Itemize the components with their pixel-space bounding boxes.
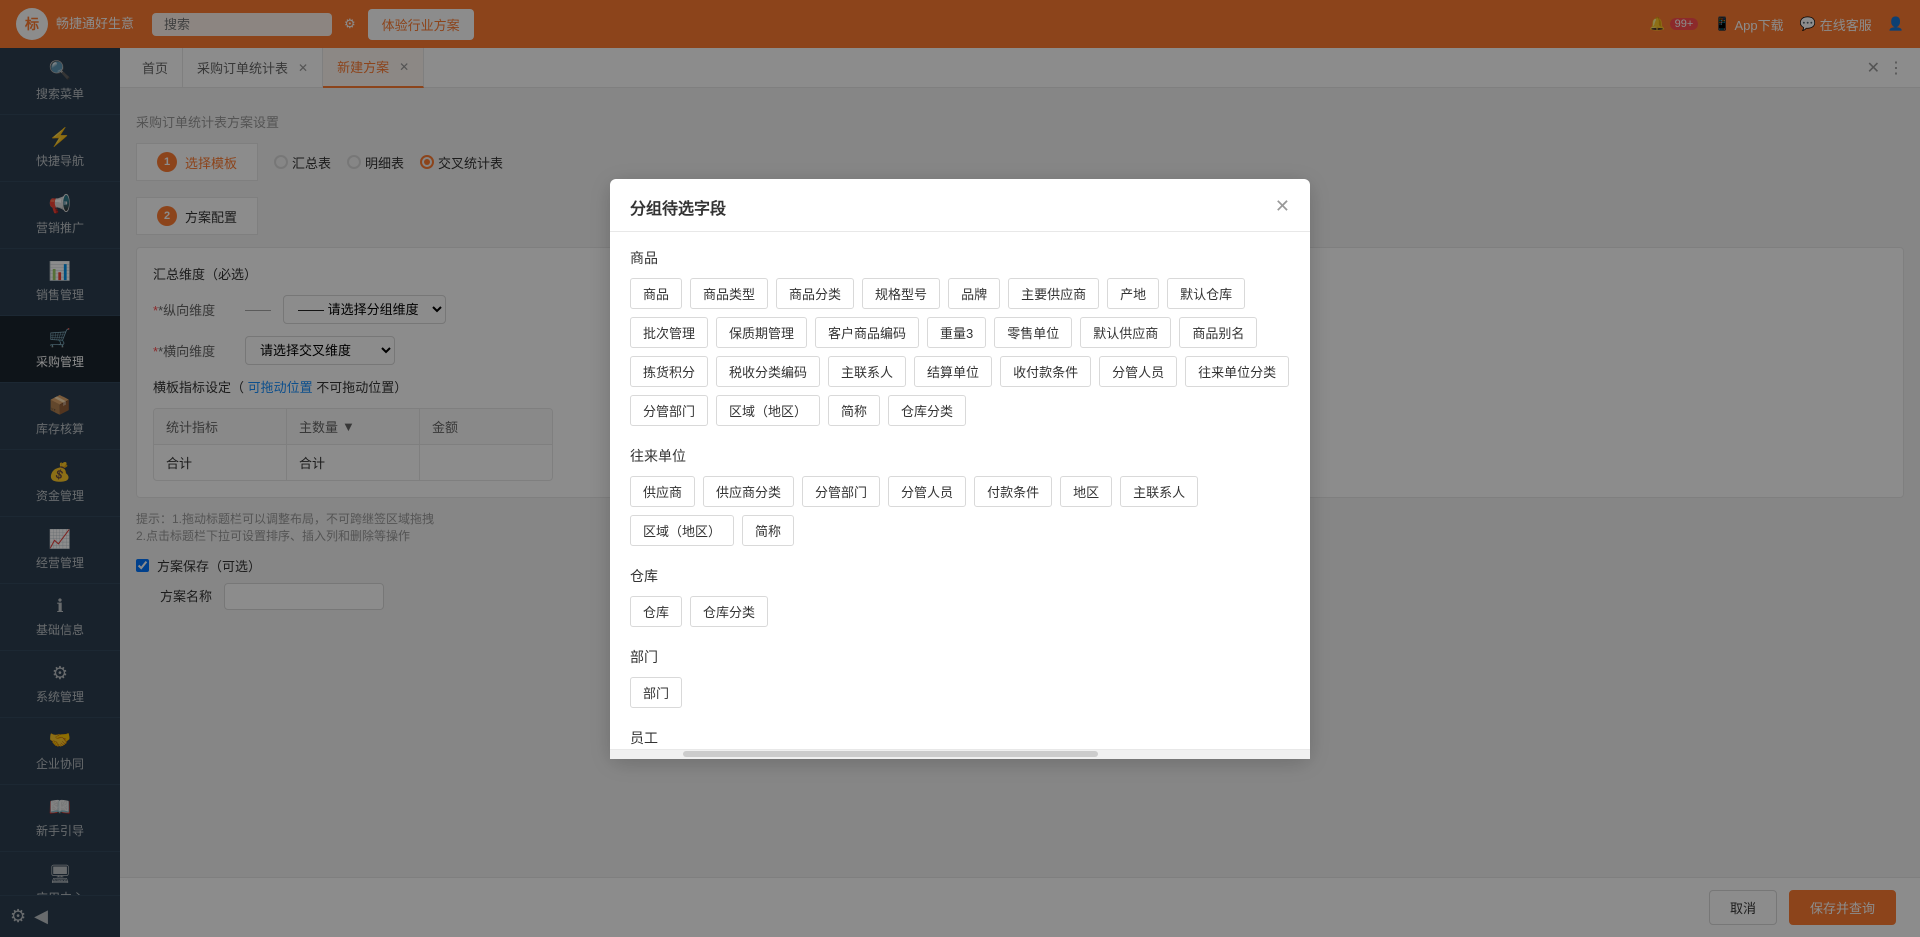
field-section-2: 仓库仓库仓库分类 xyxy=(630,566,1290,627)
field-tag-0-21[interactable]: 往来单位分类 xyxy=(1185,356,1289,387)
field-grid-2: 仓库仓库分类 xyxy=(630,596,1290,627)
field-tag-0-10[interactable]: 客户商品编码 xyxy=(815,317,919,348)
modal-close-button[interactable]: ✕ xyxy=(1275,196,1290,217)
field-tag-0-2[interactable]: 商品分类 xyxy=(776,278,854,309)
field-tag-1-3[interactable]: 分管人员 xyxy=(888,476,966,507)
field-tag-0-8[interactable]: 批次管理 xyxy=(630,317,708,348)
field-tag-0-15[interactable]: 拣货积分 xyxy=(630,356,708,387)
field-selection-modal: 分组待选字段 ✕ 商品商品商品类型商品分类规格型号品牌主要供应商产地默认仓库批次… xyxy=(610,179,1310,759)
field-tag-0-13[interactable]: 默认供应商 xyxy=(1080,317,1171,348)
field-tag-0-9[interactable]: 保质期管理 xyxy=(716,317,807,348)
field-tag-0-4[interactable]: 品牌 xyxy=(948,278,1000,309)
field-tag-3-0[interactable]: 部门 xyxy=(630,677,682,708)
field-section-4: 员工业务员 xyxy=(630,728,1290,750)
field-tag-0-17[interactable]: 主联系人 xyxy=(828,356,906,387)
field-tag-0-24[interactable]: 简称 xyxy=(828,395,880,426)
section-title-3: 部门 xyxy=(630,647,1290,667)
modal-header: 分组待选字段 ✕ xyxy=(610,179,1310,232)
field-tag-2-0[interactable]: 仓库 xyxy=(630,596,682,627)
hscroll-bar-thumb xyxy=(683,751,1098,757)
modal-horizontal-scrollbar[interactable] xyxy=(610,749,1310,758)
field-section-0: 商品商品商品类型商品分类规格型号品牌主要供应商产地默认仓库批次管理保质期管理客户… xyxy=(630,248,1290,426)
field-tag-0-1[interactable]: 商品类型 xyxy=(690,278,768,309)
field-tag-0-23[interactable]: 区域（地区） xyxy=(716,395,820,426)
field-tag-1-8[interactable]: 简称 xyxy=(742,515,794,546)
field-tag-2-1[interactable]: 仓库分类 xyxy=(690,596,768,627)
field-tag-0-11[interactable]: 重量3 xyxy=(927,317,986,348)
field-tag-1-0[interactable]: 供应商 xyxy=(630,476,695,507)
field-tag-1-2[interactable]: 分管部门 xyxy=(802,476,880,507)
field-tag-0-18[interactable]: 结算单位 xyxy=(914,356,992,387)
field-tag-1-7[interactable]: 区域（地区） xyxy=(630,515,734,546)
field-tag-1-1[interactable]: 供应商分类 xyxy=(703,476,794,507)
field-tag-0-14[interactable]: 商品别名 xyxy=(1179,317,1257,348)
section-title-0: 商品 xyxy=(630,248,1290,268)
modal-overlay: 分组待选字段 ✕ 商品商品商品类型商品分类规格型号品牌主要供应商产地默认仓库批次… xyxy=(0,0,1920,937)
field-grid-1: 供应商供应商分类分管部门分管人员付款条件地区主联系人区域（地区） 简称 xyxy=(630,476,1290,546)
modal-body[interactable]: 商品商品商品类型商品分类规格型号品牌主要供应商产地默认仓库批次管理保质期管理客户… xyxy=(610,232,1310,750)
modal-title: 分组待选字段 xyxy=(630,195,726,219)
field-section-1: 往来单位供应商供应商分类分管部门分管人员付款条件地区主联系人区域（地区） 简称 xyxy=(630,446,1290,546)
section-title-1: 往来单位 xyxy=(630,446,1290,466)
field-tag-0-12[interactable]: 零售单位 xyxy=(994,317,1072,348)
field-tag-0-22[interactable]: 分管部门 xyxy=(630,395,708,426)
field-tag-0-5[interactable]: 主要供应商 xyxy=(1008,278,1099,309)
field-tag-0-16[interactable]: 税收分类编码 xyxy=(716,356,820,387)
field-tag-0-20[interactable]: 分管人员 xyxy=(1099,356,1177,387)
section-title-2: 仓库 xyxy=(630,566,1290,586)
field-tag-1-5[interactable]: 地区 xyxy=(1060,476,1112,507)
field-tag-0-0[interactable]: 商品 xyxy=(630,278,682,309)
field-tag-0-25[interactable]: 仓库分类 xyxy=(888,395,966,426)
field-tag-1-4[interactable]: 付款条件 xyxy=(974,476,1052,507)
field-tag-0-6[interactable]: 产地 xyxy=(1107,278,1159,309)
field-tag-0-19[interactable]: 收付款条件 xyxy=(1000,356,1091,387)
field-grid-3: 部门 xyxy=(630,677,1290,708)
section-title-4: 员工 xyxy=(630,728,1290,748)
field-section-3: 部门部门 xyxy=(630,647,1290,708)
field-tag-1-6[interactable]: 主联系人 xyxy=(1120,476,1198,507)
field-tag-0-7[interactable]: 默认仓库 xyxy=(1167,278,1245,309)
field-tag-0-3[interactable]: 规格型号 xyxy=(862,278,940,309)
field-grid-0: 商品商品类型商品分类规格型号品牌主要供应商产地默认仓库批次管理保质期管理客户商品… xyxy=(630,278,1290,426)
